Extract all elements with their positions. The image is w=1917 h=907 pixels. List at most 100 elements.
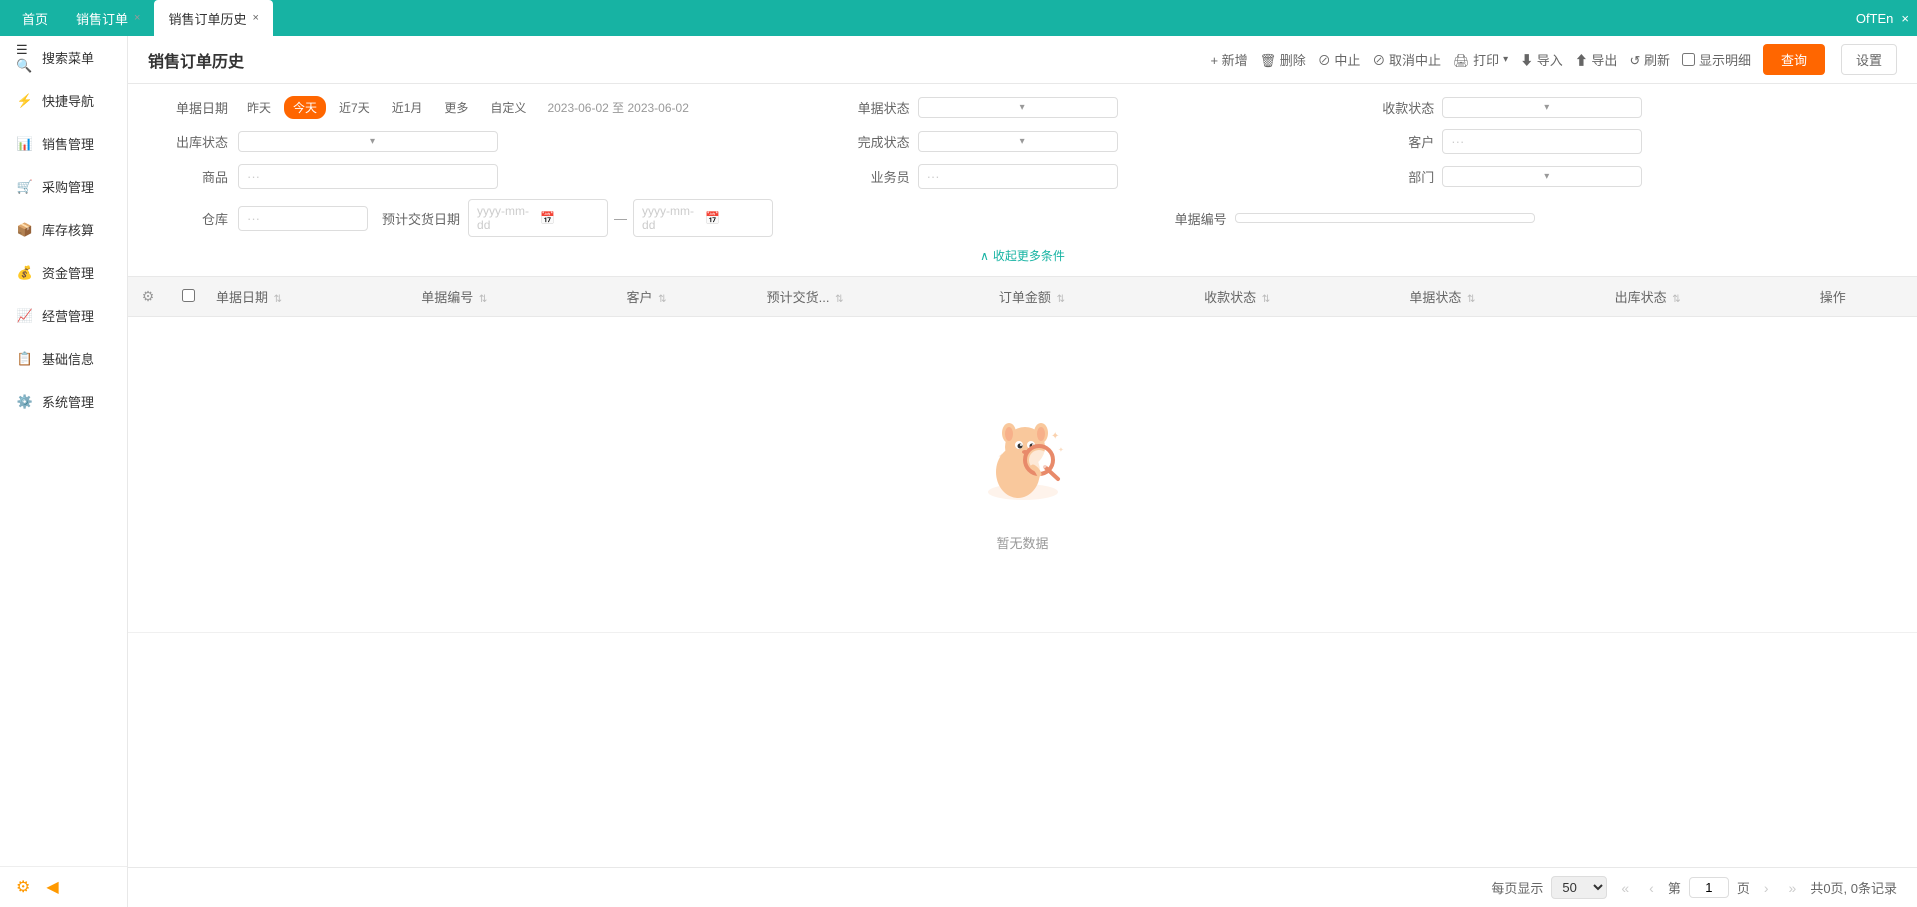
orderno-input[interactable] <box>1235 213 1535 223</box>
filter-col-customer: 客户 ··· <box>1372 129 1897 154</box>
empty-illustration: ✦ ✦ ✦ <box>963 397 1083 517</box>
setting-button[interactable]: 设置 <box>1841 44 1897 75</box>
filter-col-dept: 部门 ▾ <box>1372 166 1897 187</box>
sidebar-item-search-menu[interactable]: ☰🔍 搜索菜单 <box>0 36 127 79</box>
dept-select[interactable]: ▾ <box>1442 166 1642 187</box>
tab-sales-order-close[interactable]: × <box>134 12 140 24</box>
stop-button[interactable]: ⊘ 中止 <box>1318 50 1361 69</box>
sales-mgmt-icon: 📊 <box>16 135 34 153</box>
page-input[interactable] <box>1689 877 1729 898</box>
svg-text:✦: ✦ <box>1058 446 1064 454</box>
next-page-btn[interactable]: › <box>1758 878 1775 898</box>
query-button[interactable]: 查询 <box>1763 44 1825 75</box>
refresh-button[interactable]: ↺ 刷新 <box>1629 50 1670 69</box>
filter-row-3: 商品 ··· 业务员 ··· 部门 ▾ <box>148 164 1897 189</box>
sidebar-settings-icon[interactable]: ⚙ <box>16 877 30 897</box>
order-status-label: 单据状态 <box>848 98 918 117</box>
often-btn[interactable]: OfTEn <box>1856 11 1894 26</box>
page-title: 销售订单历史 <box>148 48 244 72</box>
sidebar-item-sales-mgmt[interactable]: 📊 销售管理 <box>0 122 127 165</box>
tab-home[interactable]: 首页 <box>8 0 62 36</box>
est-delivery-from[interactable]: yyyy-mm-dd 📅 <box>468 199 608 237</box>
toolbar: + 新增 🗑 删除 ⊘ 中止 ⊘ 取消中止 🖨 打印 ▾ ⬇ 导入 ⬆ 导出 ↺… <box>1210 44 1897 75</box>
date-btn-7days[interactable]: 近7天 <box>330 96 379 119</box>
inventory-icon: 📦 <box>16 221 34 239</box>
date-btn-yesterday[interactable]: 昨天 <box>238 96 280 119</box>
warehouse-input[interactable]: ··· <box>238 206 368 231</box>
select-all-checkbox[interactable] <box>182 289 195 302</box>
svg-text:✦: ✦ <box>1051 431 1059 442</box>
date-label: 单据日期 <box>148 98 238 117</box>
warehouse-label: 仓库 <box>148 209 238 228</box>
outstock-select[interactable]: ▾ <box>238 131 498 152</box>
sidebar: ☰🔍 搜索菜单 ⚡ 快捷导航 📊 销售管理 🛒 采购管理 📦 库存核算 💰 资金… <box>0 36 128 907</box>
receipt-status-select[interactable]: ▾ <box>1442 97 1642 118</box>
product-input[interactable]: ··· <box>238 164 498 189</box>
new-button[interactable]: + 新增 <box>1210 50 1247 69</box>
delete-button[interactable]: 🗑 删除 <box>1260 50 1306 69</box>
cancel-stop-button[interactable]: ⊘ 取消中止 <box>1372 50 1441 69</box>
print-button[interactable]: 🖨 打印 ▾ <box>1453 50 1508 69</box>
sort-date-icon[interactable]: ⇅ <box>274 294 282 305</box>
chevron-up-icon: ∧ <box>980 249 989 263</box>
table-footer: 每页显示 50 10 20 100 « ‹ 第 页 › » 共0页, 0条记录 <box>128 867 1917 907</box>
date-btn-today[interactable]: 今天 <box>284 96 326 119</box>
quick-nav-icon: ⚡ <box>16 92 34 110</box>
display-detail-checkbox[interactable] <box>1682 53 1695 66</box>
table-gear-icon[interactable]: ⚙ <box>142 288 155 304</box>
sidebar-item-inventory[interactable]: 📦 库存核算 <box>0 208 127 251</box>
tab-sales-order-history[interactable]: 销售订单历史 × <box>154 0 272 36</box>
est-delivery-to[interactable]: yyyy-mm-dd 📅 <box>633 199 773 237</box>
total-text: 共0页, 0条记录 <box>1810 878 1897 897</box>
data-table: ⚙ 单据日期 ⇅ 单据编号 ⇅ <box>128 277 1917 633</box>
sort-receipt-status-icon[interactable]: ⇅ <box>1262 294 1270 305</box>
date-btn-1month[interactable]: 近1月 <box>383 96 432 119</box>
sidebar-item-basic-info[interactable]: 📋 基础信息 <box>0 337 127 380</box>
last-page-btn[interactable]: » <box>1783 878 1803 898</box>
filter-col-product: 商品 ··· <box>148 164 848 189</box>
complete-select[interactable]: ▾ <box>918 131 1118 152</box>
collapse-btn[interactable]: ∧ 收起更多条件 <box>148 247 1897 264</box>
sidebar-item-ops-mgmt[interactable]: 📈 经营管理 <box>0 294 127 337</box>
sidebar-item-sys-mgmt[interactable]: ⚙️ 系统管理 <box>0 380 127 423</box>
import-button[interactable]: ⬇ 导入 <box>1520 50 1563 69</box>
date-btn-more[interactable]: 更多 <box>435 96 477 119</box>
window-close-btn[interactable]: × <box>1901 11 1909 26</box>
top-bar-right: OfTEn × <box>1856 11 1909 26</box>
sort-amount-icon[interactable]: ⇅ <box>1057 294 1065 305</box>
export-button[interactable]: ⬆ 导出 <box>1575 50 1618 69</box>
product-label: 商品 <box>148 167 238 186</box>
sidebar-collapse-icon[interactable]: ◀ <box>46 877 58 897</box>
salesman-input[interactable]: ··· <box>918 164 1118 189</box>
filter-row-2: 出库状态 ▾ 完成状态 ▾ 客户 ··· <box>148 129 1897 154</box>
sort-no-icon[interactable]: ⇅ <box>479 294 487 305</box>
sidebar-item-capital-mgmt[interactable]: 💰 资金管理 <box>0 251 127 294</box>
cal-from-icon: 📅 <box>540 211 599 225</box>
sidebar-item-quick-nav[interactable]: ⚡ 快捷导航 <box>0 79 127 122</box>
th-no: 单据编号 ⇅ <box>413 277 618 317</box>
page-size-select[interactable]: 50 10 20 100 <box>1551 876 1607 899</box>
sort-outstock-icon[interactable]: ⇅ <box>1672 294 1680 305</box>
tab-sales-order[interactable]: 销售订单 × <box>62 0 154 36</box>
complete-arrow-icon: ▾ <box>1020 136 1109 147</box>
sort-customer-icon[interactable]: ⇅ <box>658 294 666 305</box>
order-status-select[interactable]: ▾ <box>918 97 1118 118</box>
ops-mgmt-icon: 📈 <box>16 307 34 325</box>
sort-order-status-icon[interactable]: ⇅ <box>1467 294 1475 305</box>
filter-col-outstock: 出库状态 ▾ <box>148 131 848 152</box>
complete-label: 完成状态 <box>848 132 918 151</box>
th-receipt-status: 收款状态 ⇅ <box>1196 277 1401 317</box>
first-page-btn[interactable]: « <box>1615 878 1635 898</box>
sidebar-item-purchase-mgmt[interactable]: 🛒 采购管理 <box>0 165 127 208</box>
prev-page-btn[interactable]: ‹ <box>1643 878 1660 898</box>
customer-input[interactable]: ··· <box>1442 129 1642 154</box>
date-btn-custom[interactable]: 自定义 <box>481 96 535 119</box>
dept-label: 部门 <box>1372 167 1442 186</box>
tab-sales-order-history-close[interactable]: × <box>252 12 258 24</box>
top-bar: 首页 销售订单 × 销售订单历史 × OfTEn × <box>0 0 1917 36</box>
sort-est-delivery-icon[interactable]: ⇅ <box>835 294 843 305</box>
th-est-delivery: 预计交货... ⇅ <box>759 277 991 317</box>
empty-text: 暂无数据 <box>996 533 1048 552</box>
main-content: 销售订单历史 + 新增 🗑 删除 ⊘ 中止 ⊘ 取消中止 🖨 打印 ▾ ⬇ 导入… <box>128 36 1917 907</box>
outstock-label: 出库状态 <box>148 132 238 151</box>
